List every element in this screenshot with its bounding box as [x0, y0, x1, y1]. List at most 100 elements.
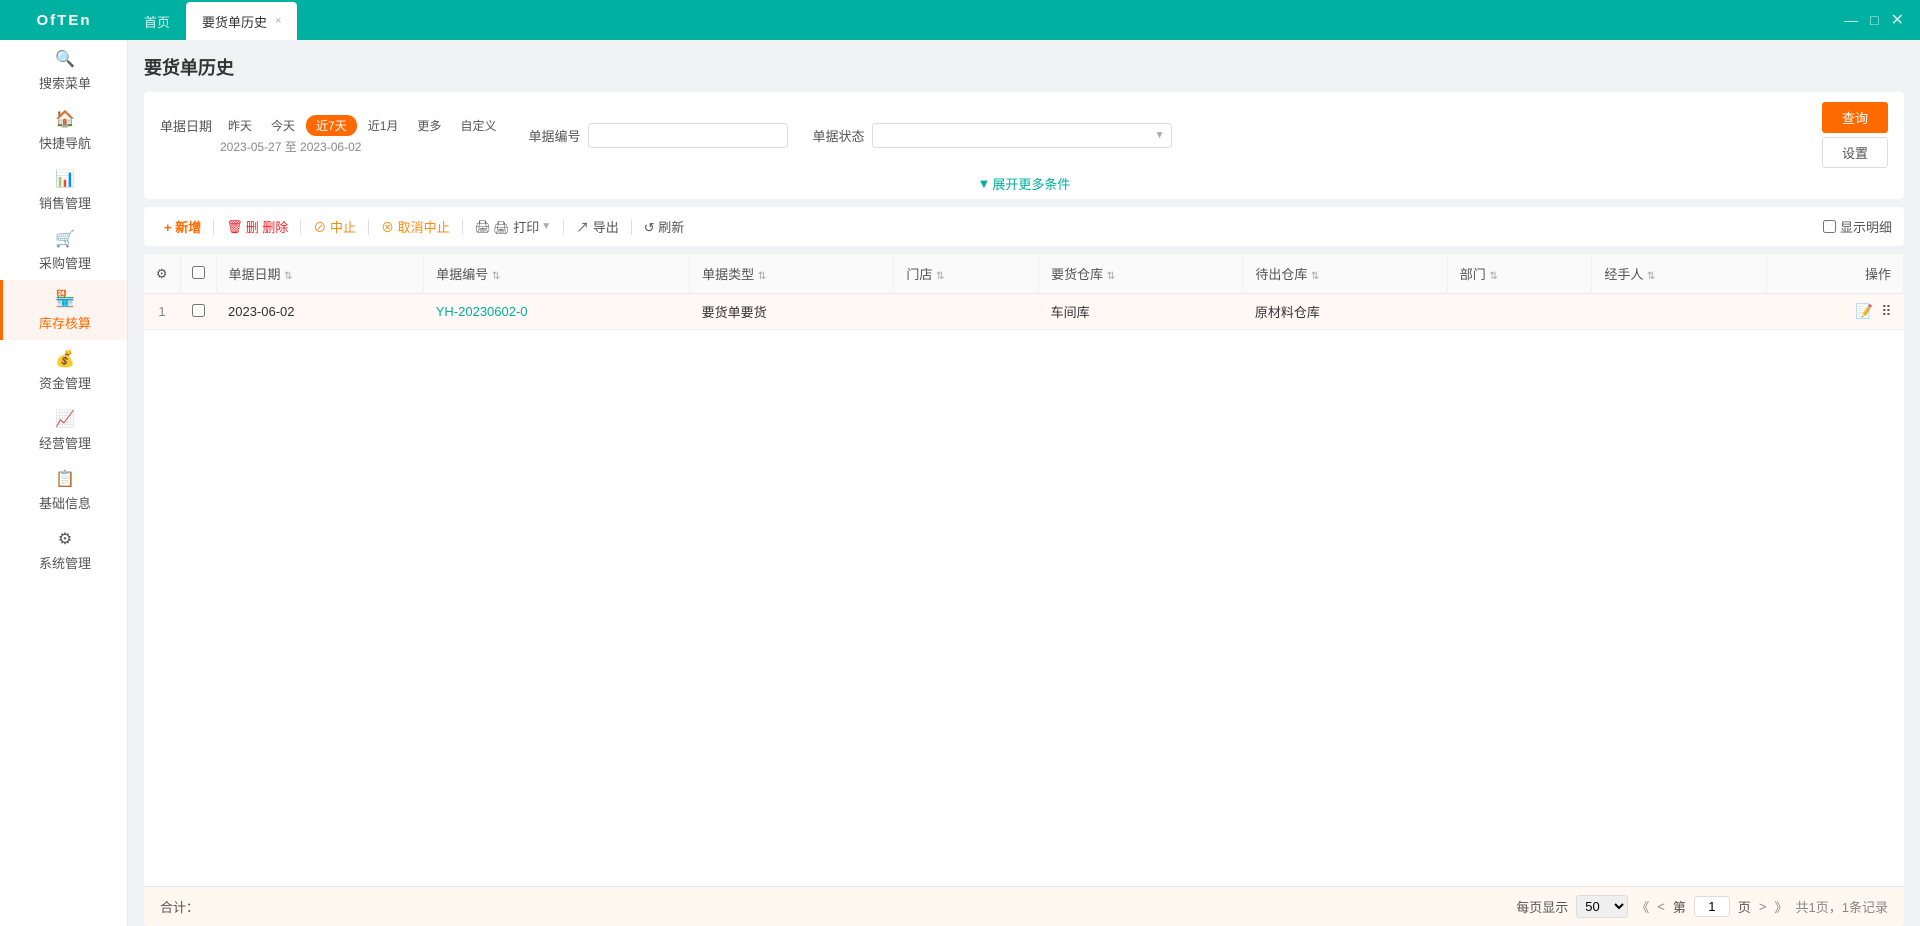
col-store[interactable]: 门店 ⇅	[894, 254, 1039, 294]
query-button[interactable]: 查询	[1822, 102, 1888, 133]
cancel-stop-button[interactable]: ⊗ 取消中止	[373, 213, 458, 240]
toolbar-divider-6	[631, 219, 632, 235]
system-icon: ⚙	[58, 529, 72, 549]
expand-more-btn[interactable]: ▼ 展开更多条件	[978, 174, 1071, 193]
bill-no-link[interactable]: YH-20230602-0	[436, 304, 528, 319]
per-page-select[interactable]: 10 20 50 100	[1576, 895, 1628, 918]
print-button[interactable]: 🖨 🖨 打印 ▼	[467, 213, 560, 240]
home-icon: 🏠	[55, 109, 75, 129]
total-info: 共1页，1条记录	[1796, 897, 1888, 916]
table-row: 1 2023-06-02 YH-20230602-0 要货单要货 车间库	[144, 294, 1904, 330]
date-btn-yesterday[interactable]: 昨天	[220, 115, 260, 136]
inventory-icon: 🏪	[55, 289, 75, 309]
edit-icon[interactable]: 📝	[1856, 303, 1873, 320]
window-close-icon[interactable]: ✕	[1891, 10, 1904, 30]
date-btn-today[interactable]: 今天	[263, 115, 303, 136]
delete-button[interactable]: 🗑 删 删除	[218, 213, 296, 240]
new-button[interactable]: + 新增	[156, 213, 209, 240]
stop-button[interactable]: ⊘ 中止	[305, 213, 364, 240]
date-filter: 单据日期 昨天 今天 近7天 近1月 更多 自定义 2023-05-27 至 2…	[160, 115, 504, 155]
date-btn-7days[interactable]: 近7天	[306, 115, 357, 136]
sort-icon-billno: ⇅	[492, 271, 500, 282]
sidebar-item-system[interactable]: ⚙ 系统管理	[0, 520, 127, 580]
col-settings[interactable]: ⚙	[144, 254, 180, 294]
page-number-input[interactable]	[1694, 896, 1730, 917]
toolbar-divider-2	[300, 219, 301, 235]
col-handler[interactable]: 经手人 ⇅	[1592, 254, 1767, 294]
print-arrow-icon: ▼	[541, 221, 551, 232]
col-pending-warehouse[interactable]: 待出仓库 ⇅	[1243, 254, 1447, 294]
sort-icon-handler: ⇅	[1647, 271, 1655, 282]
settings-button[interactable]: 设置	[1822, 137, 1888, 168]
sidebar-item-search[interactable]: 🔍 搜索菜单	[0, 40, 127, 100]
close-tab-icon[interactable]: ×	[275, 15, 281, 27]
row-bill-no[interactable]: YH-20230602-0	[424, 294, 690, 330]
row-delete-icon[interactable]: ⠿	[1881, 303, 1891, 320]
minimize-icon[interactable]: —	[1844, 12, 1858, 28]
sidebar-search-label: 搜索菜单	[39, 73, 91, 92]
sidebar-operations-label: 经营管理	[39, 433, 91, 452]
sort-icon-req-wh: ⇅	[1107, 271, 1115, 282]
sidebar-system-label: 系统管理	[39, 553, 91, 572]
print-label: 🖨 打印	[493, 217, 539, 236]
show-detail-wrapper: 显示明细	[1823, 217, 1892, 236]
sidebar-item-base-info[interactable]: 📋 基础信息	[0, 460, 127, 520]
sidebar-item-inventory[interactable]: 🏪 库存核算	[0, 280, 127, 340]
total-label: 合计：	[160, 897, 199, 916]
date-btn-1month[interactable]: 近1月	[360, 115, 407, 136]
sidebar-purchase-label: 采购管理	[39, 253, 91, 272]
sidebar-nav-label: 快捷导航	[39, 133, 91, 152]
delete-label: 删 删除	[246, 217, 289, 236]
sidebar-item-sales[interactable]: 📊 销售管理	[0, 160, 127, 220]
page-prev-prev-icon[interactable]: 《	[1636, 897, 1649, 916]
tab-home[interactable]: 首页	[128, 2, 186, 40]
refresh-button[interactable]: ↺ 刷新	[636, 213, 693, 240]
page-next-icon[interactable]: >	[1759, 899, 1767, 914]
operations-icon: 📈	[55, 409, 75, 429]
tab-bill-history[interactable]: 要货单历史 ×	[186, 2, 297, 40]
sidebar-item-purchase[interactable]: 🛒 采购管理	[0, 220, 127, 280]
export-button[interactable]: ↗ 导出	[568, 213, 627, 240]
row-select-checkbox[interactable]	[192, 304, 205, 317]
purchase-icon: 🛒	[55, 229, 75, 249]
bill-no-input[interactable]	[588, 123, 788, 148]
col-bill-type[interactable]: 单据类型 ⇅	[690, 254, 894, 294]
sidebar-item-operations[interactable]: 📈 经营管理	[0, 400, 127, 460]
bill-no-label: 单据编号	[528, 126, 580, 145]
col-bill-no[interactable]: 单据编号 ⇅	[424, 254, 690, 294]
row-settings: 1	[144, 294, 180, 330]
sidebar-item-finance[interactable]: 💰 资金管理	[0, 340, 127, 400]
toolbar-divider-3	[368, 219, 369, 235]
col-checkbox[interactable]	[180, 254, 216, 294]
col-req-warehouse[interactable]: 要货仓库 ⇅	[1039, 254, 1243, 294]
sort-icon-dept: ⇅	[1489, 271, 1497, 282]
maximize-icon[interactable]: □	[1870, 12, 1878, 28]
date-btn-custom[interactable]: 自定义	[452, 115, 504, 136]
sort-icon-store: ⇅	[936, 271, 944, 282]
print-icon: 🖨	[475, 219, 492, 235]
col-dept[interactable]: 部门 ⇅	[1447, 254, 1592, 294]
page-next-next-icon[interactable]: 》	[1775, 897, 1788, 916]
show-detail-checkbox[interactable]	[1823, 220, 1836, 233]
bill-status-label: 单据状态	[812, 126, 864, 145]
brand-logo: OfTEn	[0, 0, 128, 40]
col-op: 操作	[1766, 254, 1903, 294]
row-checkbox[interactable]	[180, 294, 216, 330]
bill-status-input[interactable]	[872, 123, 1172, 148]
page-prev-icon[interactable]: <	[1657, 899, 1665, 914]
sidebar-item-nav[interactable]: 🏠 快捷导航	[0, 100, 127, 160]
col-bill-date[interactable]: 单据日期 ⇅	[216, 254, 424, 294]
tab-home-label: 首页	[144, 12, 170, 31]
row-req-warehouse: 车间库	[1039, 294, 1243, 330]
data-table: ⚙ 单据日期 ⇅ 单据编号 ⇅ 单据类型 ⇅	[144, 254, 1904, 330]
sidebar-finance-label: 资金管理	[39, 373, 91, 392]
date-btn-more[interactable]: 更多	[409, 115, 449, 136]
tab-bill-history-label: 要货单历史	[202, 12, 267, 31]
sidebar-sales-label: 销售管理	[39, 193, 91, 212]
page-label: 第	[1673, 897, 1686, 916]
show-detail-label: 显示明细	[1840, 217, 1892, 236]
row-handler	[1592, 294, 1767, 330]
sales-icon: 📊	[55, 169, 75, 189]
search-menu-icon: 🔍	[55, 49, 75, 69]
select-all-checkbox[interactable]	[192, 266, 205, 279]
